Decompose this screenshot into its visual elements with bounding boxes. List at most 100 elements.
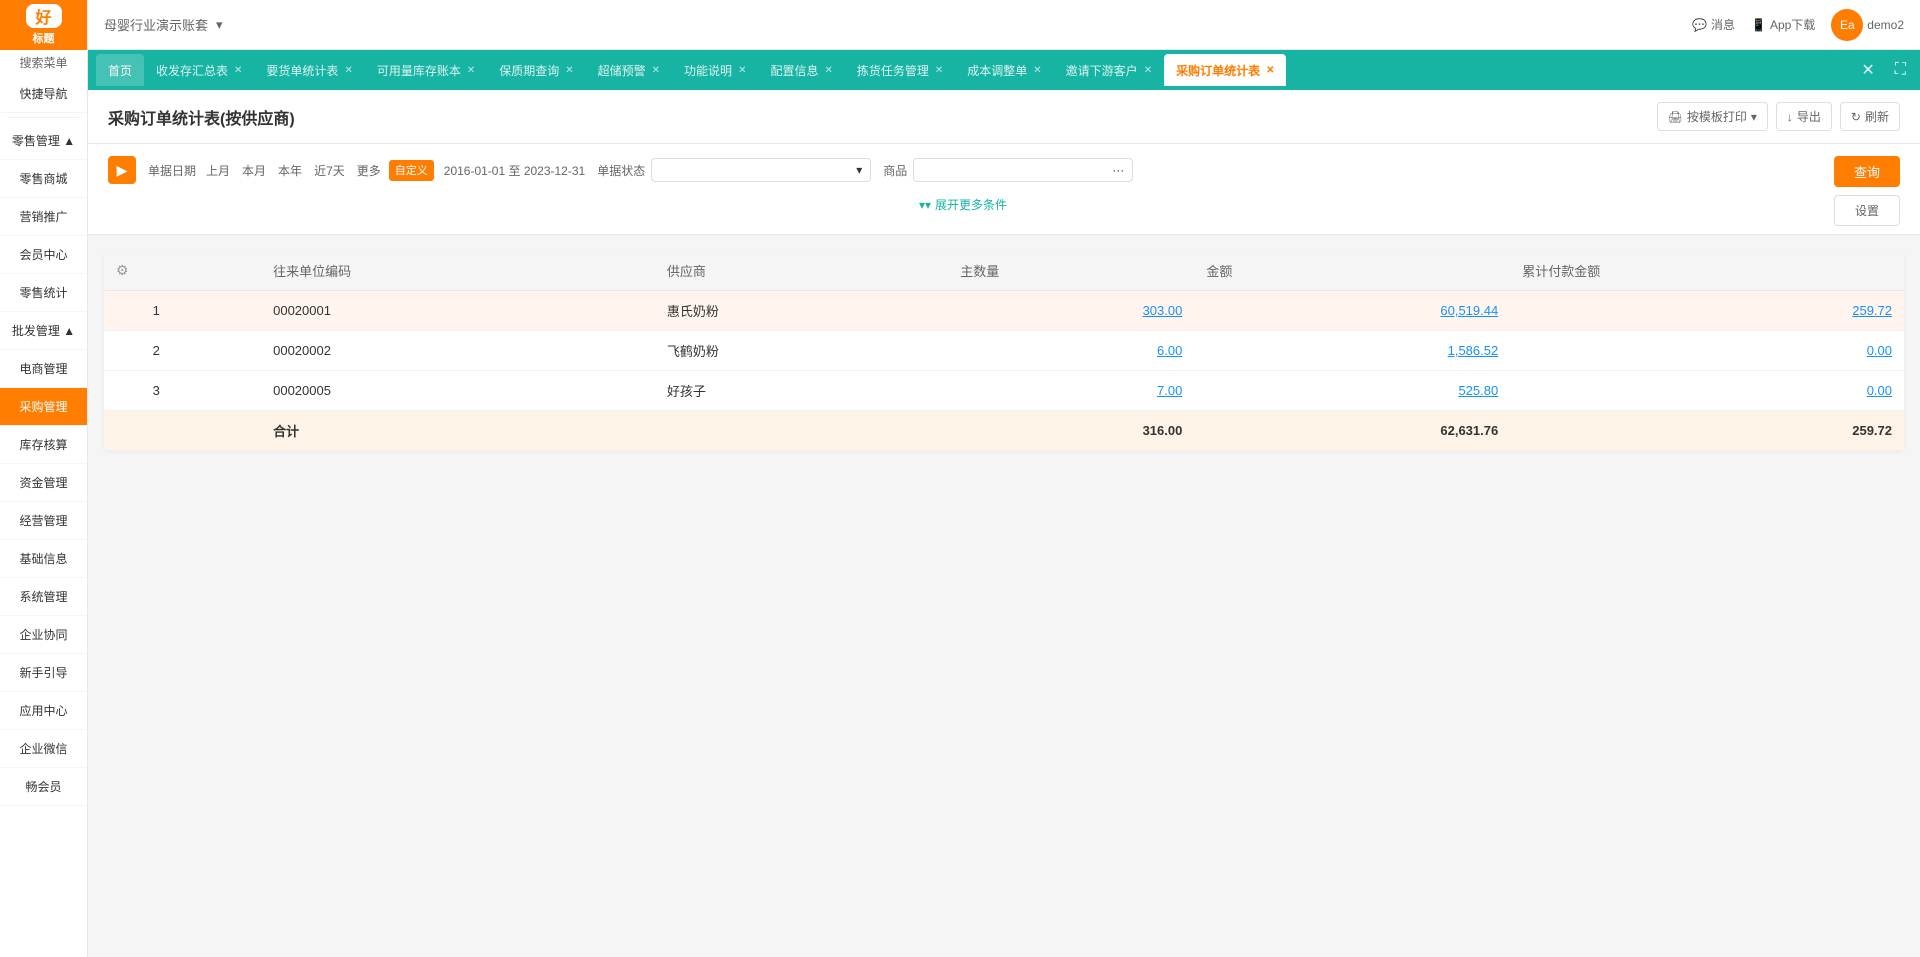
footer-amount: 62,631.76: [1194, 411, 1510, 451]
row-supplier: 好孩子: [655, 371, 948, 411]
export-btn[interactable]: ↓ 导出: [1776, 102, 1832, 131]
query-btn[interactable]: 查询: [1834, 156, 1900, 187]
tab-purchase-order-stats[interactable]: 采购订单统计表 ✕: [1164, 54, 1286, 86]
sidebar-item-member2[interactable]: 畅会员: [0, 768, 87, 806]
sidebar-item-operations[interactable]: 经营管理: [0, 502, 87, 540]
tab-shelf-life[interactable]: 保质期查询 ✕: [487, 54, 585, 86]
filter-left: ▶ 单据日期 上月 本月 本年 近7天 更多 自定义 2016-0: [108, 156, 1818, 213]
filter-row-expand: ▾▾ 展开更多条件: [108, 196, 1818, 213]
tab-close-icon[interactable]: ✕: [1266, 65, 1274, 76]
message-btn[interactable]: 💬 消息: [1692, 16, 1735, 33]
row-supplier: 惠氏奶粉: [655, 291, 948, 331]
tab-close-icon[interactable]: ✕: [565, 65, 573, 76]
settings-btn[interactable]: 设置: [1834, 195, 1900, 226]
sidebar-item-ecommerce[interactable]: 电商管理: [0, 350, 87, 388]
goods-select[interactable]: ···: [913, 158, 1133, 182]
sidebar-item-retail-manage[interactable]: 零售管理 ▲: [0, 122, 87, 160]
sidebar-item-wholesale[interactable]: 批发管理 ▲: [0, 312, 87, 350]
tab-cost-adjust[interactable]: 成本调整单 ✕: [955, 54, 1053, 86]
message-icon: 💬: [1692, 18, 1707, 32]
sidebar-item-member[interactable]: 会员中心: [0, 236, 87, 274]
sidebar-item-app-center[interactable]: 应用中心: [0, 692, 87, 730]
sidebar-item-finance[interactable]: 资金管理: [0, 464, 87, 502]
tab-function-desc[interactable]: 功能说明 ✕: [672, 54, 758, 86]
tab-stock-summary-label: 收发存汇总表: [156, 62, 228, 79]
date-more[interactable]: 更多: [353, 160, 385, 181]
refresh-icon: ↻: [1851, 110, 1861, 124]
tab-close-icon[interactable]: ✕: [652, 65, 660, 76]
app-logo: 好 标题: [0, 0, 87, 50]
search-menu[interactable]: 搜索菜单: [0, 50, 87, 75]
tab-invite-customer[interactable]: 邀请下游客户 ✕: [1054, 54, 1164, 86]
printer-icon: 🖨: [1668, 110, 1683, 124]
tab-shelf-life-label: 保质期查询: [499, 62, 559, 79]
status-label: 单据状态: [597, 162, 645, 179]
tab-stock-summary[interactable]: 收发存汇总表 ✕: [144, 54, 254, 86]
topbar: 母婴行业演示账套 ▾ 💬 消息 📱 App下载 Ea demo2: [88, 0, 1920, 50]
close-window-btn[interactable]: ✕: [1855, 58, 1880, 82]
table-footer: 合计 316.00 62,631.76 259.72: [104, 411, 1904, 451]
tab-overstock-warning[interactable]: 超储预警 ✕: [586, 54, 672, 86]
row-quantity: 303.00: [948, 291, 1194, 331]
refresh-btn[interactable]: ↻ 刷新: [1840, 102, 1900, 131]
table-row[interactable]: 1 00020001 惠氏奶粉 303.00 60,519.44 259.72: [104, 291, 1904, 331]
print-btn[interactable]: 🖨 按模板打印 ▾: [1657, 102, 1768, 131]
export-icon: ↓: [1787, 110, 1793, 124]
gear-icon[interactable]: ⚙: [116, 262, 129, 278]
sidebar-item-wechat[interactable]: 企业微信: [0, 730, 87, 768]
status-select[interactable]: ▾: [651, 158, 871, 182]
filter-toggle-btn[interactable]: ▶: [108, 156, 136, 184]
tab-requisition[interactable]: 要货单统计表 ✕: [254, 54, 364, 86]
message-label: 消息: [1711, 16, 1735, 33]
tab-close-icon[interactable]: ✕: [824, 65, 832, 76]
workspace-selector[interactable]: 母婴行业演示账套 ▾: [104, 15, 223, 34]
content-area: 采购订单统计表(按供应商) 🖨 按模板打印 ▾ ↓ 导出 ↻ 刷新: [88, 90, 1920, 957]
sidebar-item-retail-mall[interactable]: 零售商城: [0, 160, 87, 198]
tab-close-icon[interactable]: ✕: [234, 65, 242, 76]
date-range-display: 2016-01-01 至 2023-12-31: [444, 162, 585, 179]
refresh-label: 刷新: [1865, 108, 1889, 125]
date-label: 单据日期: [148, 162, 196, 179]
user-profile[interactable]: Ea demo2: [1831, 9, 1904, 41]
sidebar-item-stock[interactable]: 库存核算: [0, 426, 87, 464]
date-last-month[interactable]: 上月: [202, 160, 234, 181]
sidebar-item-enterprise[interactable]: 企业协同: [0, 616, 87, 654]
maximize-window-btn[interactable]: ⛶: [1889, 59, 1912, 81]
table-row[interactable]: 3 00020005 好孩子 7.00 525.80 0.00: [104, 371, 1904, 411]
sidebar-item-basic-info[interactable]: 基础信息: [0, 540, 87, 578]
tab-requisition-label: 要货单统计表: [266, 62, 338, 79]
sidebar-item-guide[interactable]: 新手引导: [0, 654, 87, 692]
date-custom-tag[interactable]: 自定义: [389, 160, 434, 181]
tab-home[interactable]: 首页: [96, 54, 144, 86]
tab-close-icon[interactable]: ✕: [344, 65, 352, 76]
tabbar-controls: ✕ ⛶: [1855, 58, 1912, 82]
sidebar-item-system[interactable]: 系统管理: [0, 578, 87, 616]
tab-picking-task[interactable]: 拣货任务管理 ✕: [845, 54, 955, 86]
date-7days[interactable]: 近7天: [310, 160, 349, 181]
sidebar-item-purchase[interactable]: 采购管理: [0, 388, 87, 426]
app-download-btn[interactable]: 📱 App下载: [1751, 16, 1815, 33]
th-gear: ⚙: [104, 251, 141, 291]
tab-close-icon[interactable]: ✕: [467, 65, 475, 76]
tab-close-icon[interactable]: ✕: [1144, 65, 1152, 76]
sidebar-item-marketing[interactable]: 营销推广: [0, 198, 87, 236]
app-logo-text: 标题: [33, 30, 55, 46]
sidebar-item-retail-stats[interactable]: 零售统计: [0, 274, 87, 312]
tab-close-icon[interactable]: ✕: [738, 65, 746, 76]
sidebar-quick-nav[interactable]: 快捷导航: [0, 75, 87, 113]
tab-close-icon[interactable]: ✕: [935, 65, 943, 76]
tab-available-stock[interactable]: 可用量库存账本 ✕: [365, 54, 487, 86]
tab-config-info-label: 配置信息: [770, 62, 818, 79]
date-this-month[interactable]: 本月: [238, 160, 270, 181]
print-dropdown-icon: ▾: [1751, 110, 1757, 124]
date-this-year[interactable]: 本年: [274, 160, 306, 181]
export-label: 导出: [1797, 108, 1821, 125]
table-row[interactable]: 2 00020002 飞鹤奶粉 6.00 1,586.52 0.00: [104, 331, 1904, 371]
filter-right: 查询 设置: [1834, 156, 1900, 226]
expand-more-btn[interactable]: ▾▾ 展开更多条件: [919, 196, 1007, 213]
tab-config-info[interactable]: 配置信息 ✕: [758, 54, 844, 86]
row-gear: [104, 331, 141, 371]
row-index: 3: [141, 371, 262, 411]
tab-close-icon[interactable]: ✕: [1033, 65, 1041, 76]
workspace-label: 母婴行业演示账套: [104, 15, 208, 34]
